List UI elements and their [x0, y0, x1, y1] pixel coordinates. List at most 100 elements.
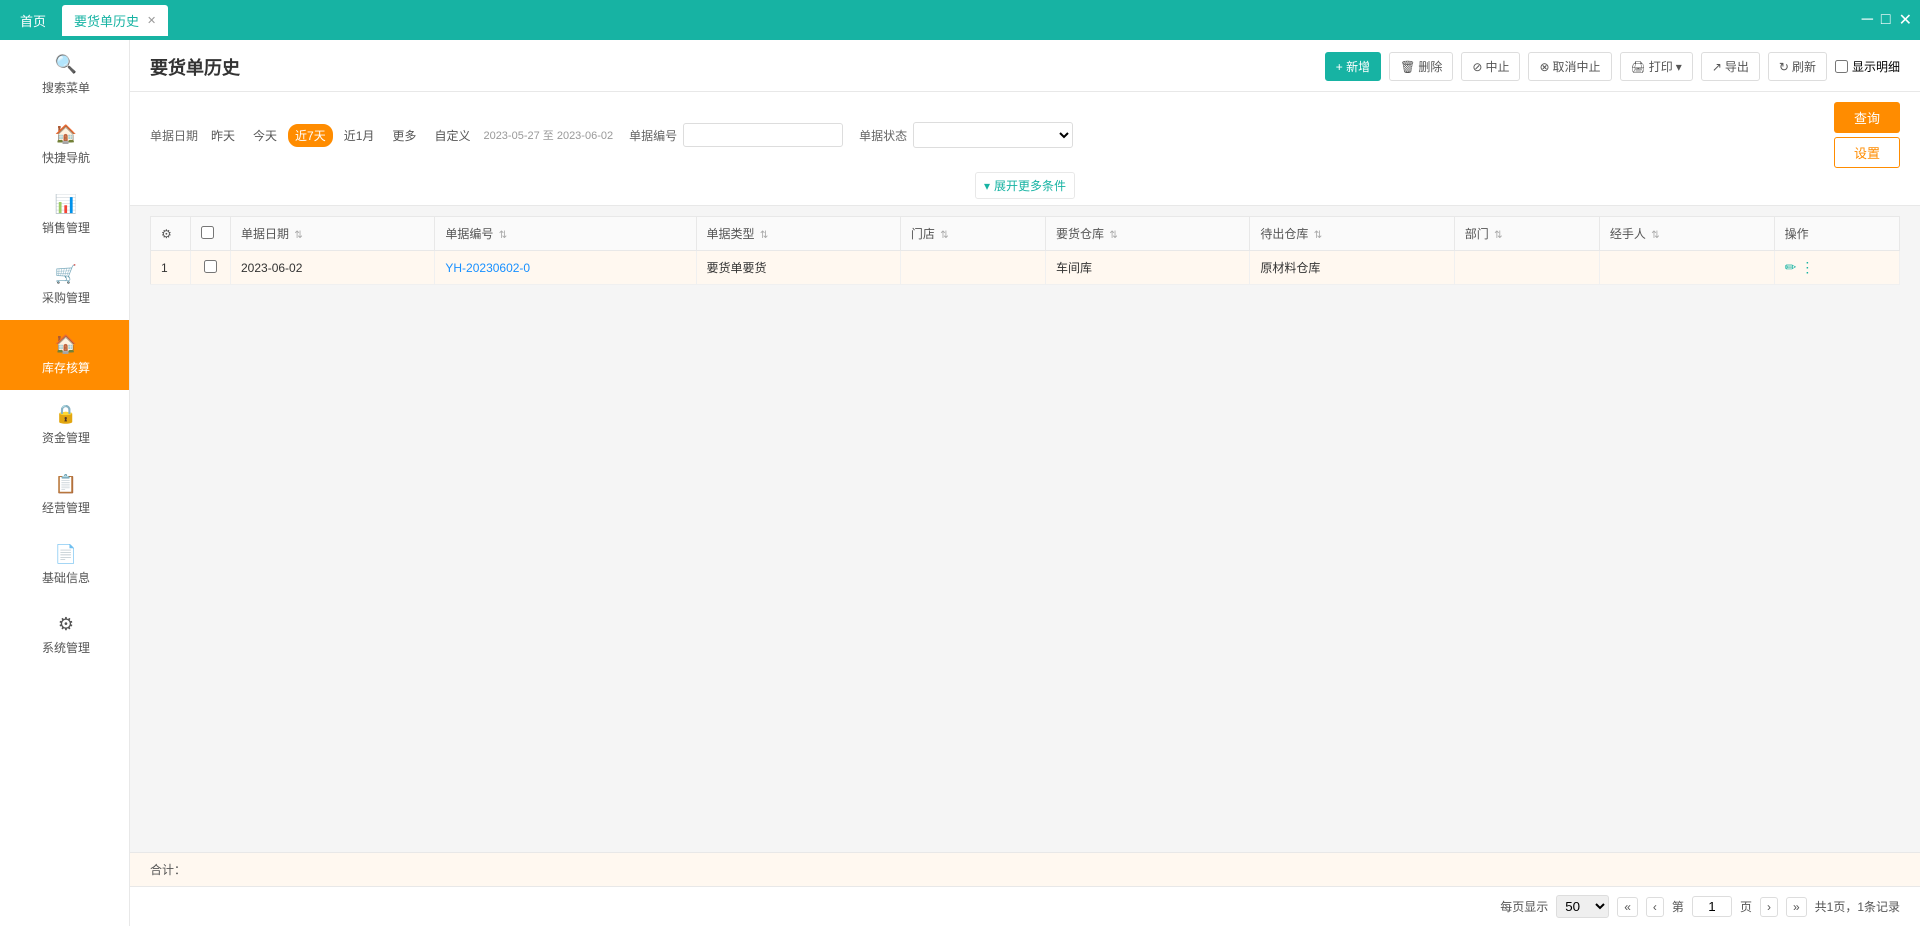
row-dept [1454, 251, 1599, 285]
sort-store-icon: ⇅ [940, 230, 948, 241]
row-edit-icon[interactable]: ✏ [1785, 259, 1797, 276]
th-no[interactable]: 单据编号 ⇅ [435, 217, 696, 251]
page-title: 要货单历史 [150, 54, 240, 80]
inventory-icon: 🏠 [55, 334, 77, 355]
th-handler[interactable]: 经手人 ⇅ [1599, 217, 1774, 251]
expand-more-button[interactable]: ▾ 展开更多条件 [975, 172, 1075, 199]
sort-req-warehouse-icon: ⇅ [1109, 230, 1117, 241]
export-button[interactable]: ↗ 导出 [1701, 52, 1760, 81]
sort-handler-icon: ⇅ [1651, 230, 1659, 241]
row-date: 2023-06-02 [231, 251, 435, 285]
tab-home[interactable]: 首页 [8, 5, 58, 36]
th-settings[interactable]: ⚙ [151, 217, 191, 251]
summary-label: 合计： [150, 863, 186, 877]
row-checkbox-cell [191, 251, 231, 285]
sidebar-item-quick-nav[interactable]: 🏠 快捷导航 [0, 110, 129, 180]
row-type: 要货单要货 [696, 251, 900, 285]
cancel-stop-button[interactable]: ⊗ 取消中止 [1528, 52, 1611, 81]
prev-page-button[interactable]: ‹ [1646, 897, 1664, 917]
refresh-button[interactable]: ↻ 刷新 [1768, 52, 1827, 81]
sort-wait-warehouse-icon: ⇅ [1314, 230, 1322, 241]
select-all-checkbox[interactable] [201, 226, 214, 239]
sidebar-item-search-menu[interactable]: 🔍 搜索菜单 [0, 40, 129, 110]
date-btn-7days[interactable]: 近7天 [288, 124, 333, 147]
setting-button[interactable]: 设置 [1834, 137, 1900, 168]
sort-date-icon: ⇅ [294, 230, 302, 241]
print-chevron-icon: ▾ [1676, 60, 1682, 74]
next-page-button[interactable]: › [1760, 897, 1778, 917]
th-checkbox[interactable] [191, 217, 231, 251]
maximize-button[interactable]: □ [1881, 11, 1891, 29]
row-actions-cell: ✏ ⋮ [1774, 251, 1899, 285]
system-icon: ⚙ [58, 614, 74, 635]
table-body: 1 2023-06-02 YH-20230602-0 要货单要货 车间库 原材料… [151, 251, 1900, 285]
status-select[interactable] [913, 122, 1073, 148]
sidebar-item-inventory[interactable]: 🏠 库存核算 [0, 320, 129, 390]
th-store[interactable]: 门店 ⇅ [900, 217, 1045, 251]
table-footer: 合计： [130, 852, 1920, 886]
date-btn-custom[interactable]: 自定义 [427, 124, 477, 147]
first-page-button[interactable]: « [1617, 897, 1638, 917]
sidebar-item-purchase[interactable]: 🛒 采购管理 [0, 250, 129, 320]
per-page-select[interactable]: 10 20 50 100 [1556, 895, 1609, 918]
th-req-warehouse[interactable]: 要货仓库 ⇅ [1046, 217, 1250, 251]
close-tab-icon[interactable]: ✕ [147, 14, 156, 27]
sidebar-item-operations[interactable]: 📋 经营管理 [0, 460, 129, 530]
date-btn-1month[interactable]: 近1月 [337, 124, 382, 147]
delete-button[interactable]: 🗑 删除 [1389, 52, 1453, 81]
tab-history[interactable]: 要货单历史 ✕ [62, 5, 168, 36]
sidebar-item-finance[interactable]: 🔒 资金管理 [0, 390, 129, 460]
quick-nav-icon: 🏠 [55, 124, 77, 145]
sort-type-icon: ⇅ [760, 230, 768, 241]
date-btn-more[interactable]: 更多 [385, 124, 423, 147]
delete-icon: 🗑 [1400, 60, 1415, 74]
print-icon: 🖨 [1631, 60, 1646, 74]
content-area: 要货单历史 + 新增 🗑 删除 ⊘ 中止 ⊗ 取消中止 [130, 40, 1920, 926]
pagination-bar: 每页显示 10 20 50 100 « ‹ 第 页 › » 共1页，1条记录 [130, 886, 1920, 926]
sort-dept-icon: ⇅ [1494, 230, 1502, 241]
header-actions: + 新增 🗑 删除 ⊘ 中止 ⊗ 取消中止 🖨 打 [1325, 52, 1900, 81]
th-date[interactable]: 单据日期 ⇅ [231, 217, 435, 251]
date-filter-label: 单据日期 [150, 127, 198, 144]
close-button[interactable]: ✕ [1899, 10, 1912, 30]
expand-icon: ▾ [984, 179, 990, 193]
show-detail-checkbox[interactable] [1835, 60, 1848, 73]
stop-button[interactable]: ⊘ 中止 [1461, 52, 1520, 81]
docno-filter-label: 单据编号 [629, 127, 677, 144]
total-info: 共1页，1条记录 [1815, 898, 1900, 915]
date-btn-yesterday[interactable]: 昨天 [204, 124, 242, 147]
purchase-icon: 🛒 [55, 264, 77, 285]
main-layout: 🔍 搜索菜单 🏠 快捷导航 📊 销售管理 🛒 采购管理 🏠 库存核算 🔒 资金管… [0, 40, 1920, 926]
docno-input[interactable] [683, 123, 843, 147]
print-button[interactable]: 🖨 打印 ▾ [1620, 52, 1693, 81]
row-handler [1599, 251, 1774, 285]
th-dept[interactable]: 部门 ⇅ [1454, 217, 1599, 251]
export-icon: ↗ [1712, 60, 1722, 74]
row-checkbox[interactable] [204, 260, 217, 273]
top-bar: 首页 要货单历史 ✕ ─ □ ✕ [0, 0, 1920, 40]
query-button[interactable]: 查询 [1834, 102, 1900, 133]
table-header-row: ⚙ 单据日期 ⇅ 单据编号 ⇅ 单据类型 [151, 217, 1900, 251]
row-no-link[interactable]: YH-20230602-0 [445, 261, 530, 275]
date-range: 2023-05-27 至 2023-06-02 [483, 127, 613, 143]
date-btn-today[interactable]: 今天 [246, 124, 284, 147]
search-menu-icon: 🔍 [55, 54, 77, 75]
table-head: ⚙ 单据日期 ⇅ 单据编号 ⇅ 单据类型 [151, 217, 1900, 251]
date-filters: 昨天 今天 近7天 近1月 更多 自定义 [204, 124, 477, 147]
status-filter-group: 单据状态 [859, 122, 1073, 148]
new-button[interactable]: + 新增 [1325, 52, 1381, 81]
row-no: YH-20230602-0 [435, 251, 696, 285]
go-page-label: 第 [1672, 898, 1684, 915]
sidebar-item-sales[interactable]: 📊 销售管理 [0, 180, 129, 250]
filter-expand-row: ▾ 展开更多条件 [130, 168, 1920, 206]
th-wait-warehouse[interactable]: 待出仓库 ⇅ [1250, 217, 1454, 251]
data-table: ⚙ 单据日期 ⇅ 单据编号 ⇅ 单据类型 [150, 216, 1900, 285]
show-detail-label[interactable]: 显示明细 [1835, 58, 1900, 75]
page-input[interactable] [1692, 896, 1732, 917]
th-type[interactable]: 单据类型 ⇅ [696, 217, 900, 251]
minimize-button[interactable]: ─ [1862, 11, 1873, 29]
sidebar-item-system[interactable]: ⚙ 系统管理 [0, 600, 129, 670]
sidebar-item-basics[interactable]: 📄 基础信息 [0, 530, 129, 600]
row-more-icon[interactable]: ⋮ [1800, 259, 1814, 276]
last-page-button[interactable]: » [1786, 897, 1807, 917]
